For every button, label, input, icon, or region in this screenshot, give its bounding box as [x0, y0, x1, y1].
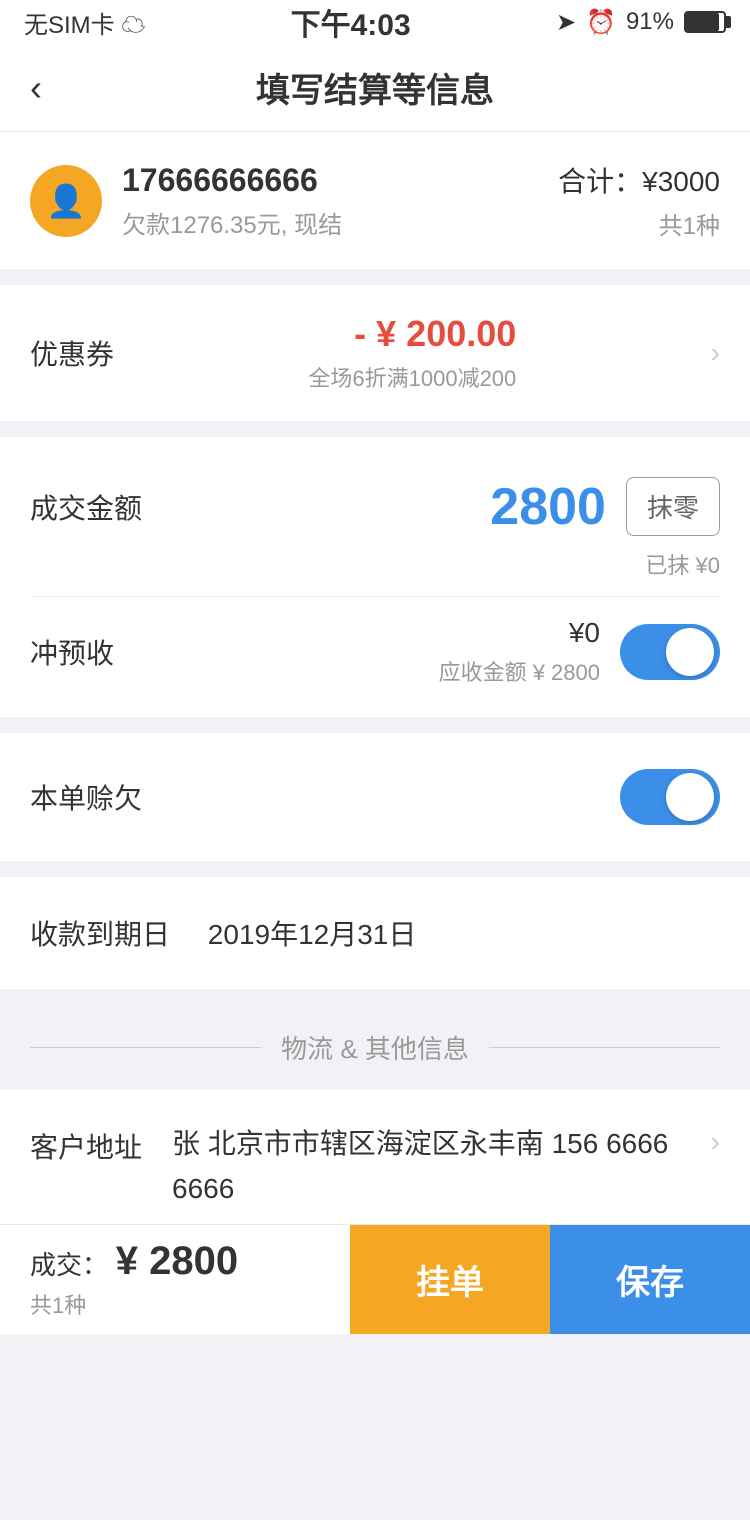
save-button[interactable]: 保存	[550, 1225, 750, 1334]
debt-row: 本单赊欠	[0, 733, 750, 861]
prereceive-sub: 应收金额 ¥ 2800	[439, 655, 600, 687]
trade-label: 成交金额	[30, 487, 142, 527]
nav-bar: ‹ 填写结算等信息	[0, 44, 750, 132]
customer-debt: 欠款1276.35元, 现结	[122, 205, 342, 240]
round-button[interactable]: 抹零	[626, 477, 720, 536]
divider-line-right	[489, 1047, 720, 1048]
bottom-trade-label: 成交：	[30, 1250, 108, 1280]
hang-button[interactable]: 挂单	[350, 1225, 550, 1334]
alarm-icon: ⏰	[586, 8, 616, 37]
duedate-section: 收款到期日 2019年12月31日	[0, 877, 750, 989]
coupon-discount: - ¥ 200.00	[308, 313, 516, 355]
address-section[interactable]: 客户地址 张 北京市市辖区海淀区永丰南 156 6666 6666 ›	[0, 1090, 750, 1244]
battery-icon	[684, 11, 726, 33]
trade-right: 2800 抹零	[490, 477, 720, 536]
debt-toggle-knob	[666, 773, 714, 821]
bottom-trade-row: 成交： ¥ 2800	[30, 1239, 320, 1284]
debt-toggle[interactable]	[620, 769, 720, 825]
bottom-trade-amount: ¥ 2800	[116, 1239, 238, 1283]
prereceive-value: ¥0	[439, 617, 600, 649]
prereceive-row: 冲预收 ¥0 应收金额 ¥ 2800	[30, 596, 720, 697]
coupon-section[interactable]: 优惠券 - ¥ 200.00 全场6折满1000减200 ›	[0, 285, 750, 421]
bottom-count: 共1种	[30, 1288, 320, 1320]
address-label: 客户地址	[30, 1122, 142, 1166]
total-amount: 合计：¥3000	[558, 160, 720, 200]
prereceive-val-wrap: ¥0 应收金额 ¥ 2800	[439, 617, 600, 687]
avatar: 👤	[30, 165, 102, 237]
sim-status: 无SIM卡 ☁	[24, 5, 145, 40]
bottom-info: 成交： ¥ 2800 共1种	[0, 1225, 350, 1334]
page-title: 填写结算等信息	[256, 63, 494, 112]
debt-section: 本单赊欠	[0, 733, 750, 861]
logistics-divider: 物流 & 其他信息	[0, 1005, 750, 1090]
toggle-knob	[666, 628, 714, 676]
customer-right: 合计：¥3000 共1种	[558, 160, 720, 241]
coupon-label: 优惠券	[30, 333, 114, 373]
customer-info: 17666666666 欠款1276.35元, 现结	[122, 162, 342, 240]
trade-row: 成交金额 2800 抹零	[30, 465, 720, 548]
coupon-chevron-icon: ›	[711, 337, 720, 369]
logistics-label: 物流 & 其他信息	[281, 1029, 469, 1066]
location-icon: ➤	[556, 8, 576, 37]
duedate-label: 收款到期日	[30, 919, 170, 950]
customer-left: 👤 17666666666 欠款1276.35元, 现结	[30, 162, 342, 240]
status-right: ➤ ⏰ 91%	[556, 8, 726, 37]
status-bar: 无SIM卡 ☁ 下午4:03 ➤ ⏰ 91%	[0, 0, 750, 44]
customer-row: 👤 17666666666 欠款1276.35元, 现结 合计：¥3000 共1…	[0, 132, 750, 269]
prereceive-label: 冲预收	[30, 632, 114, 672]
status-time: 下午4:03	[291, 0, 411, 44]
coupon-desc: 全场6折满1000减200	[308, 361, 516, 393]
prereceive-toggle[interactable]	[620, 624, 720, 680]
trade-sub: 已抹 ¥0	[645, 553, 720, 578]
customer-phone: 17666666666	[122, 162, 342, 199]
coupon-right: - ¥ 200.00 全场6折满1000减200	[308, 313, 516, 393]
trade-section: 成交金额 2800 抹零 已抹 ¥0 冲预收 ¥0 应收金额 ¥ 2800	[0, 437, 750, 717]
total-count: 共1种	[558, 206, 720, 241]
back-button[interactable]: ‹	[30, 67, 42, 109]
debt-label: 本单赊欠	[30, 777, 142, 817]
divider-line-left	[30, 1047, 261, 1048]
trade-amount: 2800	[490, 481, 606, 533]
address-chevron-icon: ›	[711, 1122, 720, 1158]
prereceive-right: ¥0 应收金额 ¥ 2800	[439, 617, 720, 687]
duedate-value: 2019年12月31日	[208, 919, 417, 950]
status-left: 无SIM卡 ☁	[24, 5, 145, 40]
address-content: 张 北京市市辖区海淀区永丰南 156 6666 6666	[172, 1122, 681, 1212]
battery-status: 91%	[626, 8, 674, 36]
bottom-bar: 成交： ¥ 2800 共1种 挂单 保存	[0, 1224, 750, 1334]
